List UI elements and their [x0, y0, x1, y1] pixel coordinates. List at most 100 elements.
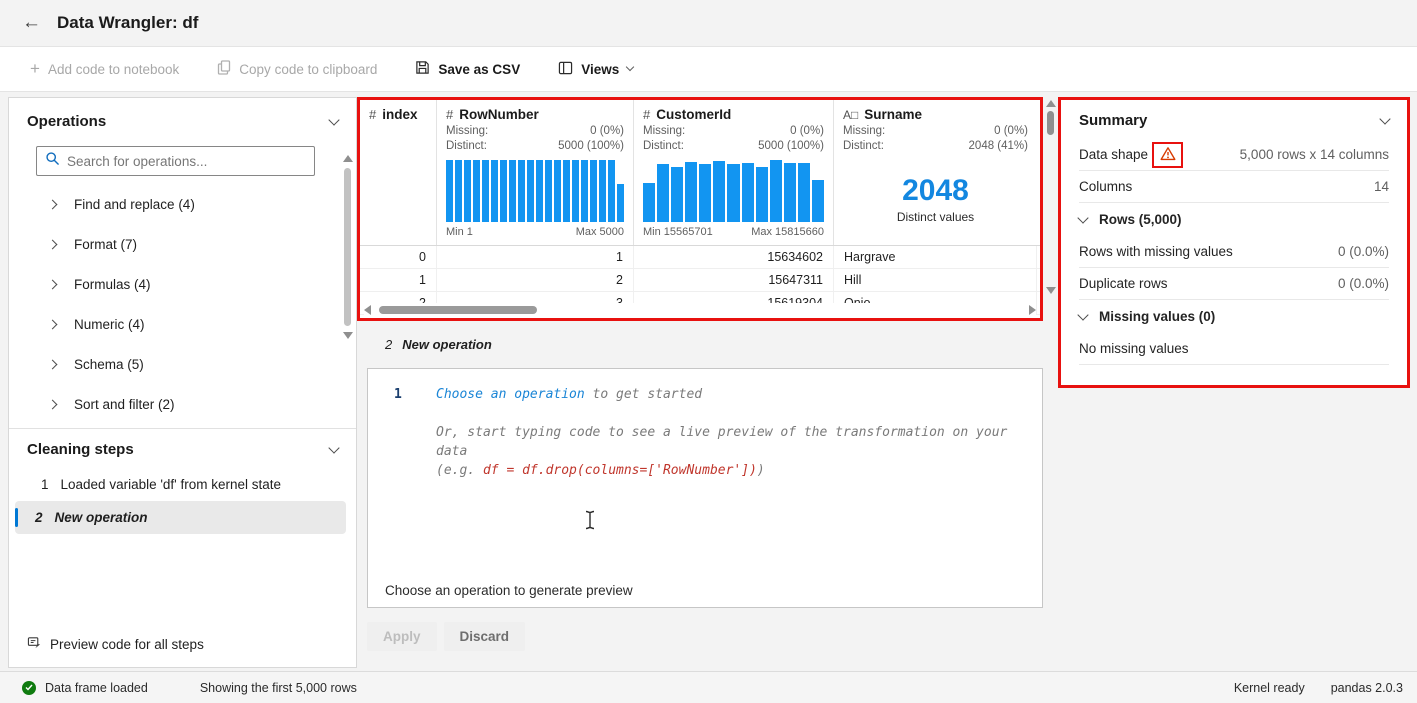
choose-operation-link[interactable]: Choose an operation — [436, 387, 585, 402]
scroll-left-arrow[interactable] — [364, 305, 371, 315]
code-editor[interactable]: 1 Choose an operation to get started Or,… — [367, 368, 1043, 608]
histogram-bar — [756, 167, 768, 222]
page-title: Data Wrangler: df — [57, 13, 198, 33]
histogram-bar — [527, 160, 534, 222]
histogram-bar — [491, 160, 498, 222]
table-cell[interactable]: 15647311 — [634, 269, 834, 291]
chevron-right-icon — [48, 279, 58, 289]
histogram-bar — [812, 180, 824, 222]
scroll-up-arrow[interactable] — [343, 155, 353, 162]
histogram-bar — [671, 167, 683, 222]
editor-hint-line-1: Choose an operation to get started — [436, 385, 1032, 404]
histogram-bar — [617, 184, 624, 222]
scroll-thumb[interactable] — [1047, 111, 1054, 135]
table-cell[interactable]: Hill — [834, 269, 1037, 291]
data-grid-annotated: #index #RowNumber Missing:0 (0%) Distinc… — [357, 97, 1043, 321]
discard-button[interactable]: Discard — [444, 622, 526, 651]
histogram-bar — [572, 160, 579, 222]
copy-code-button[interactable]: Copy code to clipboard — [217, 60, 377, 78]
histogram-bar — [643, 183, 655, 222]
scroll-down-arrow[interactable] — [343, 332, 353, 339]
back-arrow-icon[interactable]: ← — [22, 12, 41, 34]
operations-search[interactable] — [36, 146, 315, 176]
operation-group-format[interactable]: Format (7) — [9, 224, 356, 264]
operations-header[interactable]: Operations — [9, 98, 356, 140]
pandas-version: pandas 2.0.3 — [1331, 681, 1403, 695]
column-header-index[interactable]: #index — [360, 100, 437, 245]
table-cell[interactable]: 1 — [437, 246, 634, 268]
cleaning-steps-title: Cleaning steps — [27, 441, 134, 458]
chevron-down-icon — [1077, 309, 1088, 320]
table-cell[interactable]: 15634602 — [634, 246, 834, 268]
summary-title: Summary — [1079, 112, 1147, 129]
chevron-down-icon — [626, 63, 634, 71]
histogram-bar — [518, 160, 525, 222]
editor-hint-line-2: Or, start typing code to see a live prev… — [436, 423, 1032, 461]
histogram-bar — [798, 163, 810, 222]
scroll-up-arrow[interactable] — [1046, 100, 1056, 107]
title-bar: ← Data Wrangler: df — [0, 0, 1417, 46]
plus-icon: + — [30, 59, 40, 79]
scroll-thumb[interactable] — [379, 306, 537, 314]
text-type-icon: A□ — [843, 108, 858, 122]
warning-icon[interactable] — [1160, 146, 1176, 164]
apply-button[interactable]: Apply — [367, 622, 437, 651]
cleaning-steps-header[interactable]: Cleaning steps — [9, 429, 356, 468]
column-header-customerid[interactable]: #CustomerId Missing:0 (0%) Distinct:5000… — [634, 100, 834, 245]
horizontal-scrollbar[interactable] — [364, 303, 1036, 316]
histogram-bar — [446, 160, 453, 222]
rownumber-histogram — [446, 160, 624, 222]
table-cell[interactable]: Hargrave — [834, 246, 1037, 268]
customerid-histogram — [643, 160, 824, 222]
grid-header-row: #index #RowNumber Missing:0 (0%) Distinc… — [360, 100, 1040, 246]
histogram-bar — [536, 160, 543, 222]
status-bar: Data frame loaded Showing the first 5,00… — [0, 671, 1417, 703]
histogram-bar — [608, 160, 615, 222]
success-check-icon — [22, 681, 36, 695]
operation-group-find-and-replace[interactable]: Find and replace (4) — [9, 184, 356, 224]
columns-row: Columns 14 — [1079, 171, 1389, 203]
grid-vertical-scrollbar[interactable] — [1045, 100, 1056, 320]
table-cell[interactable]: 1 — [360, 269, 437, 291]
operation-group-formulas[interactable]: Formulas (4) — [9, 264, 356, 304]
missing-values-section-header[interactable]: Missing values (0) — [1079, 300, 1389, 333]
operation-group-numeric[interactable]: Numeric (4) — [9, 304, 356, 344]
save-as-csv-button[interactable]: Save as CSV — [415, 60, 520, 78]
operations-scrollbar[interactable] — [342, 155, 353, 493]
table-cell[interactable]: 0 — [360, 246, 437, 268]
preview-code-icon — [27, 636, 42, 653]
operation-group-schema[interactable]: Schema (5) — [9, 344, 356, 384]
column-header-rownumber[interactable]: #RowNumber Missing:0 (0%) Distinct:5000 … — [437, 100, 634, 245]
preview-code-all-steps-button[interactable]: Preview code for all steps — [27, 636, 204, 653]
rows-section-header[interactable]: Rows (5,000) — [1079, 203, 1389, 236]
toolbar: + Add code to notebook Copy code to clip… — [0, 46, 1417, 92]
scroll-down-arrow[interactable] — [1046, 287, 1056, 294]
cleaning-step-2-selected[interactable]: 2 New operation — [15, 501, 346, 534]
histogram-bar — [590, 160, 597, 222]
table-row[interactable]: 1215647311Hill — [360, 269, 1040, 292]
histogram-bar — [482, 160, 489, 222]
cleaning-step-1[interactable]: 1 Loaded variable 'df' from kernel state — [9, 468, 356, 501]
operation-group-sort-and-filter[interactable]: Sort and filter (2) — [9, 384, 356, 424]
table-cell[interactable]: 2 — [437, 269, 634, 291]
table-row[interactable]: 0115634602Hargrave — [360, 246, 1040, 269]
views-dropdown-button[interactable]: Views — [558, 61, 633, 78]
search-icon — [45, 151, 60, 171]
chevron-down-icon[interactable] — [1379, 113, 1390, 124]
editor-actions: Apply Discard — [367, 622, 525, 651]
code-area[interactable]: 1 Choose an operation to get started Or,… — [368, 369, 1042, 480]
column-header-surname[interactable]: A□Surname Missing:0 (0%) Distinct:2048 (… — [834, 100, 1037, 245]
histogram-bar — [509, 160, 516, 222]
rows-missing-row: Rows with missing values 0 (0.0%) — [1079, 236, 1389, 268]
histogram-bar — [563, 160, 570, 222]
chevron-right-icon — [48, 239, 58, 249]
scroll-thumb[interactable] — [344, 168, 351, 326]
scroll-right-arrow[interactable] — [1029, 305, 1036, 315]
chevron-down-icon — [328, 442, 339, 453]
histogram-bar — [473, 160, 480, 222]
histogram-bar — [657, 164, 669, 222]
add-code-to-notebook-button[interactable]: + Add code to notebook — [30, 59, 179, 79]
chevron-right-icon — [48, 399, 58, 409]
histogram-bar — [727, 164, 739, 222]
search-input[interactable] — [67, 154, 306, 169]
